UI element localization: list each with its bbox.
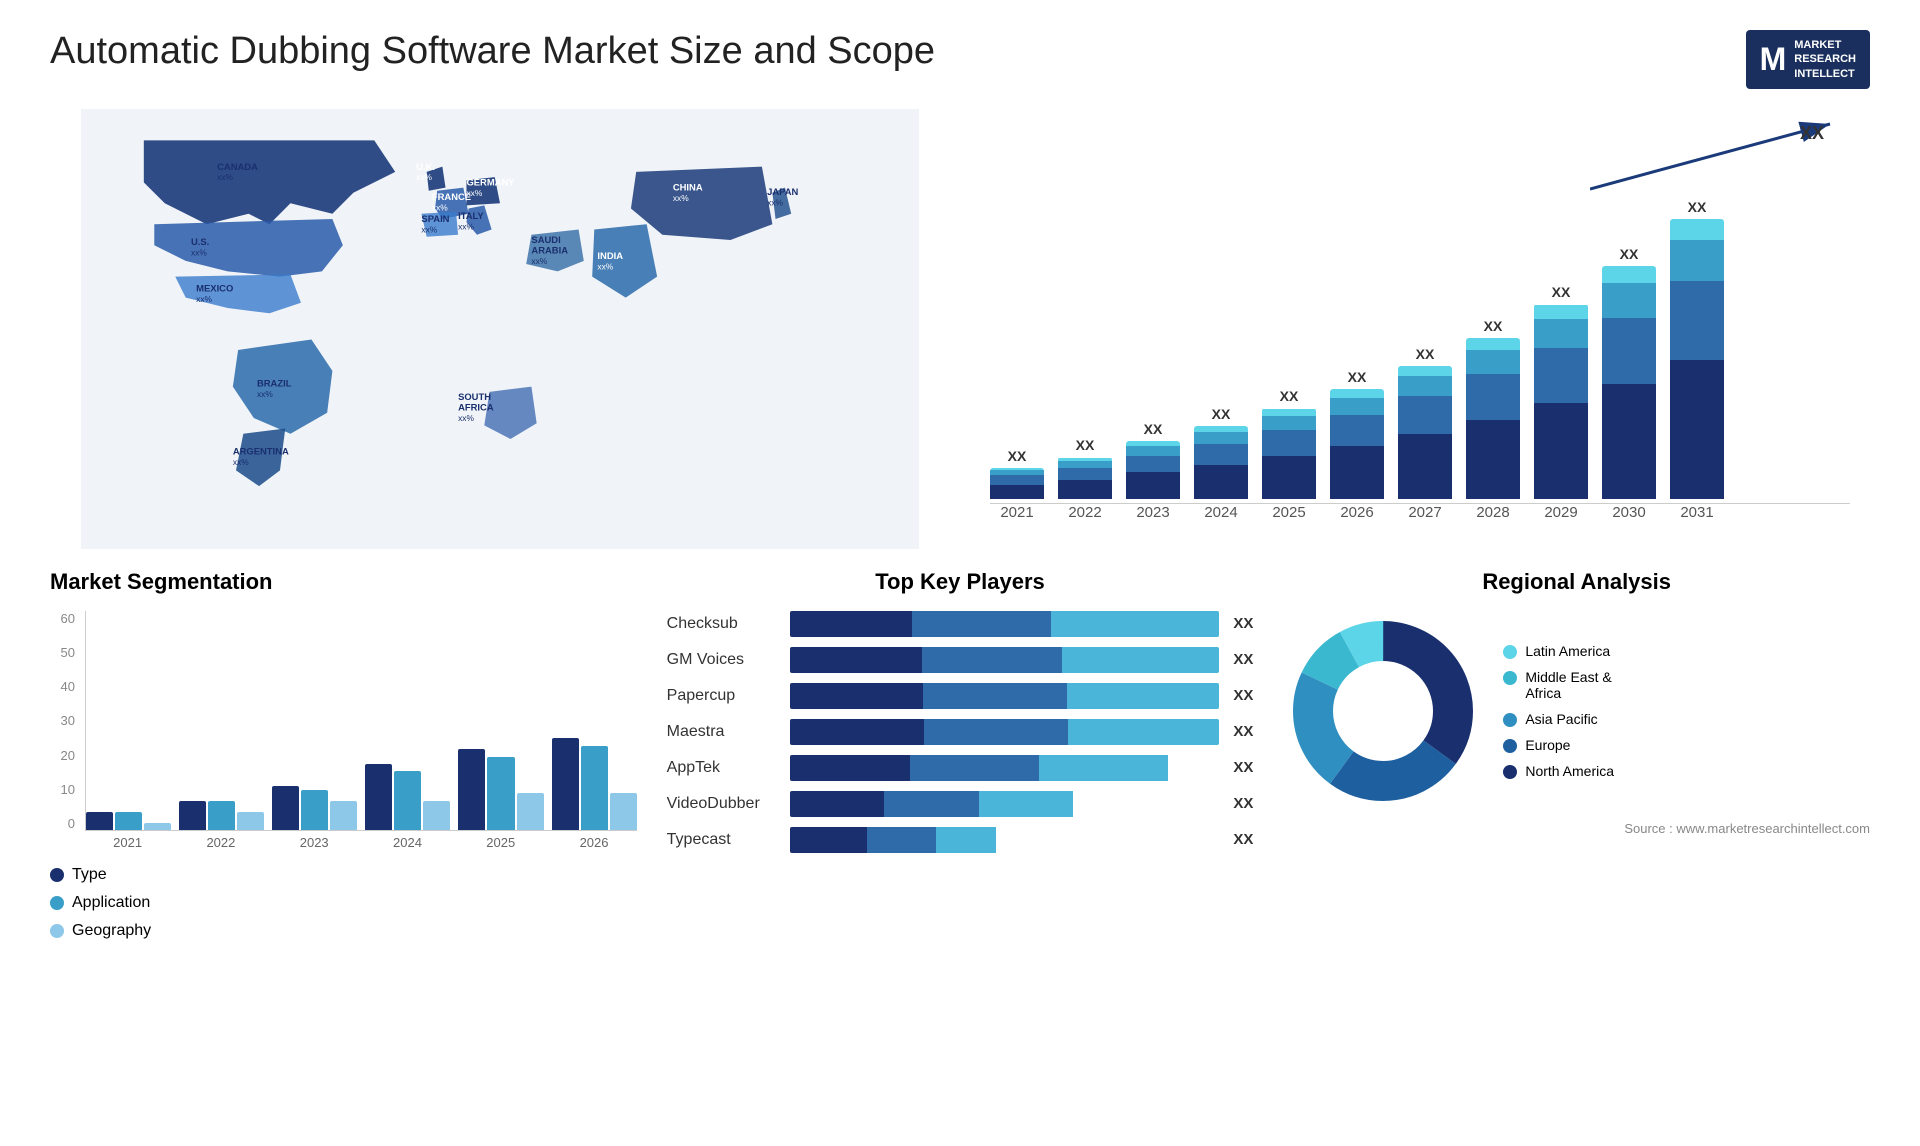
svg-text:JAPAN: JAPAN — [767, 186, 798, 197]
svg-text:xx%: xx% — [673, 193, 689, 203]
svg-text:xx%: xx% — [217, 172, 233, 182]
regional-section: Regional Analysis — [1283, 569, 1870, 836]
svg-text:xx%: xx% — [416, 172, 432, 182]
svg-text:FRANCE: FRANCE — [432, 191, 471, 202]
regional-legend-latin: Latin America — [1503, 643, 1614, 659]
bar-group: XX — [1466, 318, 1520, 499]
player-row: TypecastXX — [667, 827, 1254, 853]
player-row: MaestraXX — [667, 719, 1254, 745]
bar-group: XX — [1670, 199, 1724, 499]
svg-text:xx%: xx% — [421, 225, 437, 235]
svg-text:BRAZIL: BRAZIL — [257, 378, 292, 389]
logo-text: MARKET RESEARCH INTELLECT — [1794, 38, 1856, 81]
regional-legend-apac: Asia Pacific — [1503, 711, 1614, 727]
seg-bar-group — [179, 801, 264, 830]
players-title: Top Key Players — [667, 569, 1254, 595]
donut-chart — [1283, 611, 1483, 811]
svg-text:SAUDI: SAUDI — [531, 234, 560, 245]
svg-text:xx%: xx% — [196, 294, 212, 304]
svg-text:ARABIA: ARABIA — [531, 244, 568, 255]
bar-group: XX — [1330, 369, 1384, 499]
bar-group: XX — [1058, 437, 1112, 499]
svg-text:xx%: xx% — [767, 197, 783, 207]
bar-group: XX — [1194, 406, 1248, 499]
svg-text:xx%: xx% — [458, 413, 474, 423]
bar-group: XX — [1398, 346, 1452, 499]
legend-type: Type — [50, 866, 637, 884]
world-map: CANADA xx% U.S. xx% MEXICO xx% BRAZIL xx… — [50, 109, 950, 549]
legend-application: Application — [50, 894, 637, 912]
seg-bar-group — [552, 738, 637, 830]
svg-text:MEXICO: MEXICO — [196, 282, 233, 293]
svg-text:xx%: xx% — [432, 203, 448, 213]
source-text: Source : www.marketresearchintellect.com — [1283, 821, 1870, 836]
svg-text:xx%: xx% — [191, 248, 207, 258]
svg-text:CANADA: CANADA — [217, 161, 258, 172]
segmentation-section: Market Segmentation 0 10 20 30 40 50 60 — [50, 569, 637, 940]
regional-legend-mea: Middle East &Africa — [1503, 669, 1614, 701]
svg-text:xx%: xx% — [531, 256, 547, 266]
svg-text:xx%: xx% — [458, 221, 474, 231]
segmentation-title: Market Segmentation — [50, 569, 637, 595]
players-section: Top Key Players ChecksubXX GM VoicesXX Pap… — [667, 569, 1254, 863]
map-section: CANADA xx% U.S. xx% MEXICO xx% BRAZIL xx… — [50, 109, 950, 549]
regional-title: Regional Analysis — [1283, 569, 1870, 595]
player-row: PapercupXX — [667, 683, 1254, 709]
svg-text:U.K.: U.K. — [416, 161, 435, 172]
svg-text:ARGENTINA: ARGENTINA — [233, 446, 289, 457]
header: Automatic Dubbing Software Market Size a… — [50, 30, 1870, 89]
player-row: VideoDubberXX — [667, 791, 1254, 817]
svg-text:SOUTH: SOUTH — [458, 391, 491, 402]
seg-bar-group — [458, 749, 543, 830]
regional-legend-europe: Europe — [1503, 737, 1614, 753]
svg-text:U.S.: U.S. — [191, 236, 209, 247]
bar-chart-section: XX XXXXXXXXXXXXXXXXXXXXXX 20212022202320… — [970, 109, 1870, 549]
seg-bar-group — [272, 786, 357, 830]
svg-text:CHINA: CHINA — [673, 182, 703, 193]
svg-text:GERMANY: GERMANY — [466, 176, 515, 187]
svg-text:INDIA: INDIA — [597, 250, 623, 261]
logo-letter: M — [1760, 41, 1787, 78]
bar-group: XX — [1534, 284, 1588, 499]
page-title: Automatic Dubbing Software Market Size a… — [50, 30, 935, 73]
svg-text:xx%: xx% — [466, 188, 482, 198]
player-row: ChecksubXX — [667, 611, 1254, 637]
bar-group: XX — [990, 448, 1044, 499]
bar-group: XX — [1126, 421, 1180, 499]
svg-text:xx%: xx% — [257, 389, 273, 399]
logo: M MARKET RESEARCH INTELLECT — [1746, 30, 1870, 89]
svg-text:AFRICA: AFRICA — [458, 402, 494, 413]
svg-text:xx%: xx% — [233, 457, 249, 467]
player-row: AppTekXX — [667, 755, 1254, 781]
svg-text:XX: XX — [1800, 123, 1824, 143]
svg-text:SPAIN: SPAIN — [421, 213, 449, 224]
svg-text:ITALY: ITALY — [458, 210, 484, 221]
legend-geography: Geography — [50, 922, 637, 940]
bar-group: XX — [1262, 388, 1316, 499]
player-row: GM VoicesXX — [667, 647, 1254, 673]
regional-legend-north-america: North America — [1503, 763, 1614, 779]
trend-arrow: XX — [1590, 119, 1840, 199]
bar-group: XX — [1602, 246, 1656, 499]
seg-bar-group — [86, 812, 171, 830]
svg-text:xx%: xx% — [597, 261, 613, 271]
page: Automatic Dubbing Software Market Size a… — [0, 0, 1920, 1146]
seg-bar-group — [365, 764, 450, 830]
